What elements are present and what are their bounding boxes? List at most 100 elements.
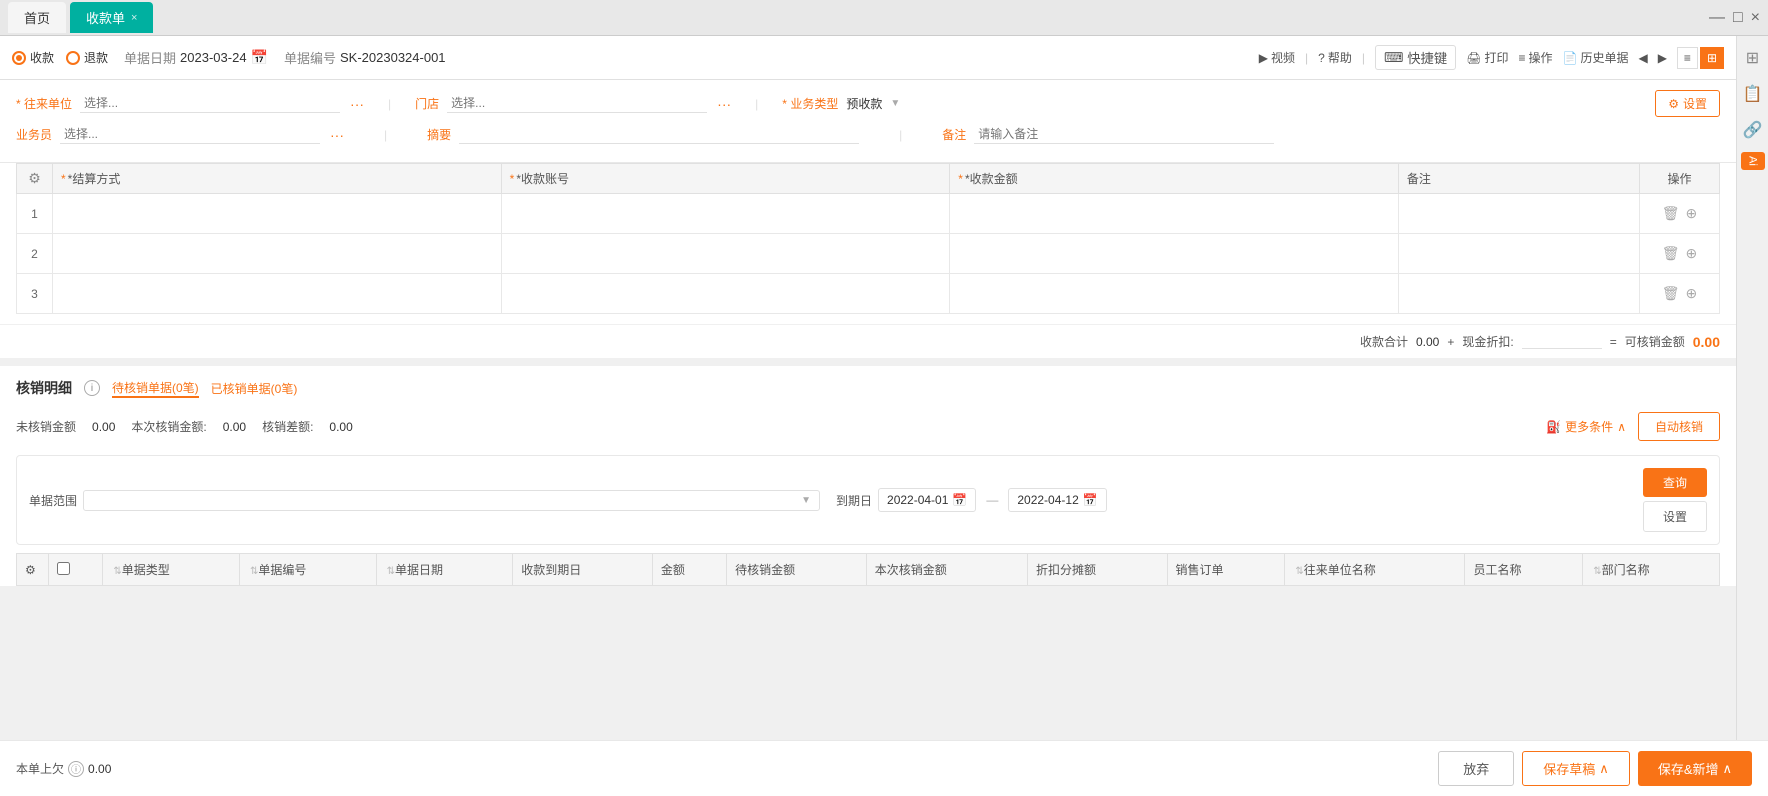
unverified-value: 0.00	[92, 420, 115, 434]
summary-input[interactable]	[459, 125, 859, 144]
biz-type-dropdown[interactable]: ▼	[890, 98, 900, 109]
history-btn[interactable]: 📄 历史单据	[1562, 49, 1628, 66]
copy-icon-1[interactable]: ⊕	[1686, 205, 1698, 222]
sidebar-link-icon[interactable]: 🔗	[1739, 116, 1767, 144]
tab-current-label: 收款单	[86, 8, 125, 27]
col-sales-order: 销售订单	[1167, 554, 1285, 586]
save-new-label: 保存&新增	[1658, 759, 1719, 778]
select-all-checkbox[interactable]	[57, 562, 70, 575]
cell-amount-3[interactable]	[950, 274, 1399, 314]
cell-amount-1[interactable]	[950, 194, 1399, 234]
staff-label: 业务员	[16, 126, 52, 143]
settings-label: 设置	[1683, 95, 1707, 112]
cell-ops-1: 🗑 ⊕	[1640, 194, 1720, 234]
staff-input[interactable]	[60, 125, 320, 144]
copy-icon-2[interactable]: ⊕	[1686, 245, 1698, 262]
due-end-value: 2022-04-12	[1017, 493, 1078, 507]
abandon-btn[interactable]: 放弃	[1438, 751, 1514, 786]
date-separator: —	[986, 493, 998, 507]
cell-settlement-3[interactable]	[53, 274, 502, 314]
note-input[interactable]	[974, 125, 1274, 144]
writeoff-info-icon[interactable]: i	[84, 380, 100, 396]
tab-current[interactable]: 收款单 ×	[70, 2, 153, 33]
cell-account-3[interactable]	[501, 274, 950, 314]
maximize-btn[interactable]: □	[1733, 9, 1743, 27]
table-section: ⚙ **结算方式 **收款账号 **收款金额 备注 操作	[0, 163, 1736, 324]
col-settlement: **结算方式	[53, 164, 502, 194]
copy-icon-3[interactable]: ⊕	[1686, 285, 1698, 302]
calendar-end-icon: 📅	[1083, 493, 1098, 507]
current-label: 本次核销金额:	[131, 418, 206, 435]
cell-account-2[interactable]	[501, 234, 950, 274]
tab-close-icon[interactable]: ×	[131, 12, 137, 24]
delete-icon-3[interactable]: 🗑	[1662, 285, 1680, 302]
cell-settlement-2[interactable]	[53, 234, 502, 274]
due-start-input[interactable]: 2022-04-01 📅	[878, 488, 976, 512]
filter-settings-btn[interactable]: 设置	[1643, 501, 1707, 532]
amount-info-icon[interactable]: ⓘ	[68, 761, 84, 777]
print-btn[interactable]: 🖨 打印	[1466, 49, 1508, 66]
col-type: ⇅单据类型	[103, 554, 240, 586]
auto-writeoff-btn[interactable]: 自动核销	[1638, 412, 1720, 441]
save-draft-btn[interactable]: 保存草稿 ∧	[1522, 751, 1630, 786]
partner-input[interactable]	[80, 94, 340, 113]
radio-receipt[interactable]: 收款	[12, 49, 54, 66]
num-value: SK-20230324-001	[340, 50, 446, 65]
query-btn[interactable]: 查询	[1643, 468, 1707, 497]
range-label: 单据范围	[29, 492, 77, 509]
row-num-1: 1	[17, 194, 53, 234]
more-conditions-btn[interactable]: ⛽ 更多条件 ∧	[1546, 418, 1626, 435]
col-pending: 待核销金额	[727, 554, 867, 586]
calendar-icon[interactable]: 📅	[251, 49, 268, 66]
due-end-input[interactable]: 2022-04-12 📅	[1008, 488, 1106, 512]
sidebar-ai-btn[interactable]: Ai	[1741, 152, 1765, 170]
radio-refund[interactable]: 退款	[66, 49, 108, 66]
partner-more-icon[interactable]: ···	[350, 96, 364, 112]
pending-tab[interactable]: 待核销单据(0笔)	[112, 379, 199, 398]
discount-input[interactable]	[1522, 334, 1602, 349]
store-more-icon[interactable]: ···	[717, 96, 731, 112]
delete-icon-2[interactable]: 🗑	[1662, 245, 1680, 262]
arrow-left-btn[interactable]: ◀	[1638, 51, 1647, 65]
radio-refund-dot	[66, 51, 80, 65]
cell-account-1[interactable]	[501, 194, 950, 234]
video-btn[interactable]: ▶ 视频	[1259, 49, 1295, 66]
cell-amount-2[interactable]	[950, 234, 1399, 274]
arrow-right-btn[interactable]: ▶	[1658, 51, 1667, 65]
row-num-2: 2	[17, 234, 53, 274]
help-icon: ?	[1318, 51, 1325, 65]
table-settings-icon[interactable]: ⚙	[28, 170, 41, 186]
save-new-btn[interactable]: 保存&新增 ∧	[1638, 751, 1752, 786]
view-list-btn[interactable]: ≡	[1677, 47, 1698, 69]
tab-home[interactable]: 首页	[8, 2, 66, 33]
done-tab[interactable]: 已核销单据(0笔)	[211, 380, 298, 397]
minimize-btn[interactable]: —	[1709, 9, 1725, 27]
view-card-btn[interactable]: ⊞	[1700, 47, 1724, 69]
store-input[interactable]	[447, 94, 707, 113]
close-btn[interactable]: ×	[1751, 9, 1760, 27]
staff-more-icon[interactable]: ···	[330, 127, 344, 143]
operation-btn[interactable]: ≡ 操作	[1518, 49, 1552, 66]
table-settings-icon2[interactable]: ⚙	[25, 563, 36, 577]
col-check	[49, 554, 103, 586]
sidebar-table-icon[interactable]: ⊞	[1742, 44, 1763, 72]
stats-row: 未核销金额 0.00 本次核销金额: 0.00 核销差额: 0.00 ⛽ 更多条…	[16, 406, 1720, 447]
radio-refund-label: 退款	[84, 49, 108, 66]
col-account: **收款账号	[501, 164, 950, 194]
sidebar-doc-icon[interactable]: 📋	[1739, 80, 1767, 108]
cell-note-1[interactable]	[1398, 194, 1639, 234]
cell-note-3[interactable]	[1398, 274, 1639, 314]
help-btn[interactable]: ? 帮助	[1318, 49, 1352, 66]
range-select[interactable]: ▼	[83, 490, 820, 511]
row-num-3: 3	[17, 274, 53, 314]
store-label: 门店	[415, 95, 439, 112]
print-icon: 🖨	[1466, 51, 1481, 65]
toolbar: 收款 退款 单据日期 2023-03-24 📅 单据编号 SK-20230324…	[0, 36, 1736, 80]
cell-note-2[interactable]	[1398, 234, 1639, 274]
form-settings-btn[interactable]: ⚙ 设置	[1655, 90, 1720, 117]
shortcut-btn[interactable]: ⌨ 快捷键	[1375, 45, 1456, 70]
toolbar-num: 单据编号 SK-20230324-001	[284, 48, 446, 67]
amount-value: 0.00	[88, 762, 111, 776]
cell-settlement-1[interactable]	[53, 194, 502, 234]
delete-icon-1[interactable]: 🗑	[1662, 205, 1680, 222]
